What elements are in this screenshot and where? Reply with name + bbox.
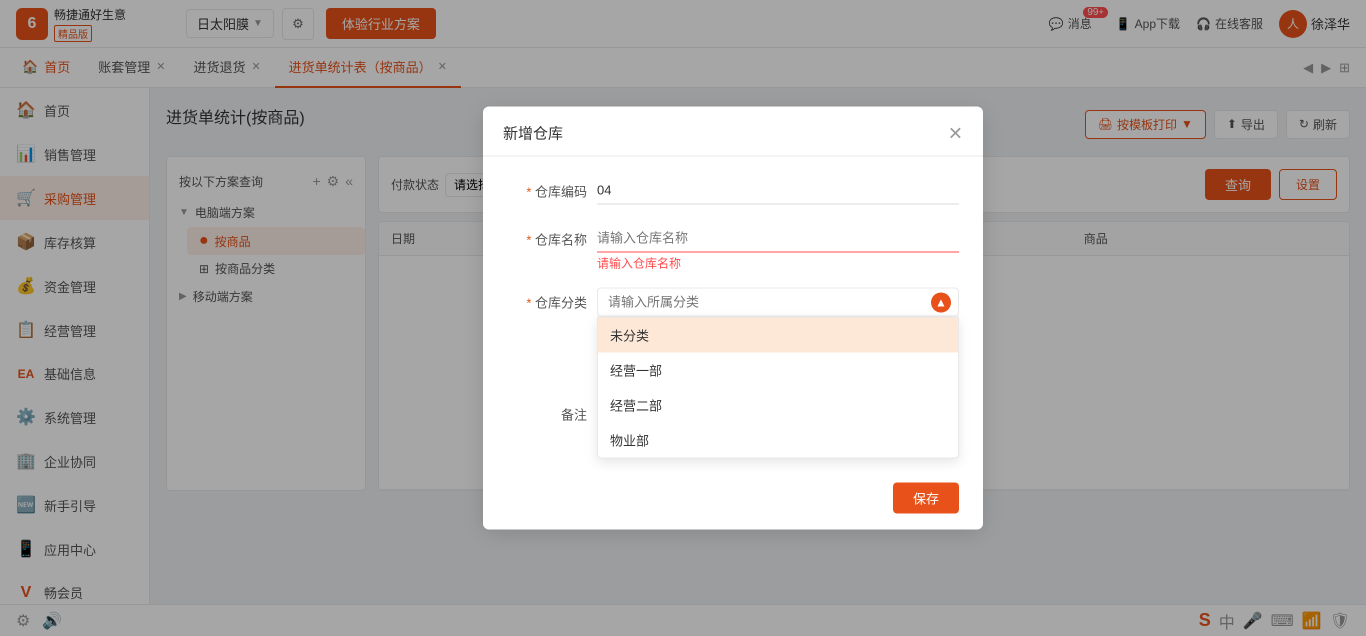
new-warehouse-dialog: 新增仓库 ✕ 仓库编码 仓库名称 请输入仓库名称 仓库分类 xyxy=(483,107,983,530)
code-input-wrap xyxy=(597,177,959,205)
name-field-row: 仓库名称 请输入仓库名称 xyxy=(507,225,959,272)
category-label: 仓库分类 xyxy=(507,288,597,320)
name-input[interactable] xyxy=(597,225,959,253)
dropdown-item-none[interactable]: 未分类 xyxy=(598,318,958,353)
dropdown-item-dept3[interactable]: 物业部 xyxy=(598,423,958,458)
name-error-msg: 请输入仓库名称 xyxy=(597,255,959,272)
dropdown-item-dept2[interactable]: 经营二部 xyxy=(598,388,958,423)
code-label: 仓库编码 xyxy=(507,177,597,209)
dialog-body: 仓库编码 仓库名称 请输入仓库名称 仓库分类 ▲ xyxy=(483,157,983,471)
dialog-header: 新增仓库 ✕ xyxy=(483,107,983,157)
dialog-footer: 保存 xyxy=(483,471,983,530)
dialog-close-button[interactable]: ✕ xyxy=(948,124,963,142)
dropdown-item-dept1[interactable]: 经营一部 xyxy=(598,353,958,388)
category-dropdown: 未分类 经营一部 经营二部 物业部 xyxy=(597,317,959,459)
category-input-wrap: ▲ 未分类 经营一部 经营二部 物业部 xyxy=(597,288,959,317)
category-input[interactable] xyxy=(597,288,959,317)
category-select-wrap: ▲ xyxy=(597,288,959,317)
save-button[interactable]: 保存 xyxy=(893,483,959,514)
category-dropdown-toggle[interactable]: ▲ xyxy=(931,292,951,312)
code-field-row: 仓库编码 xyxy=(507,177,959,209)
note-label: 备注 xyxy=(507,400,597,432)
name-label: 仓库名称 xyxy=(507,225,597,257)
category-field-row: 仓库分类 ▲ 未分类 经营一部 经营二部 物业部 xyxy=(507,288,959,320)
dialog-title: 新增仓库 xyxy=(503,123,563,144)
code-input[interactable] xyxy=(597,177,959,205)
name-input-wrap: 请输入仓库名称 xyxy=(597,225,959,272)
